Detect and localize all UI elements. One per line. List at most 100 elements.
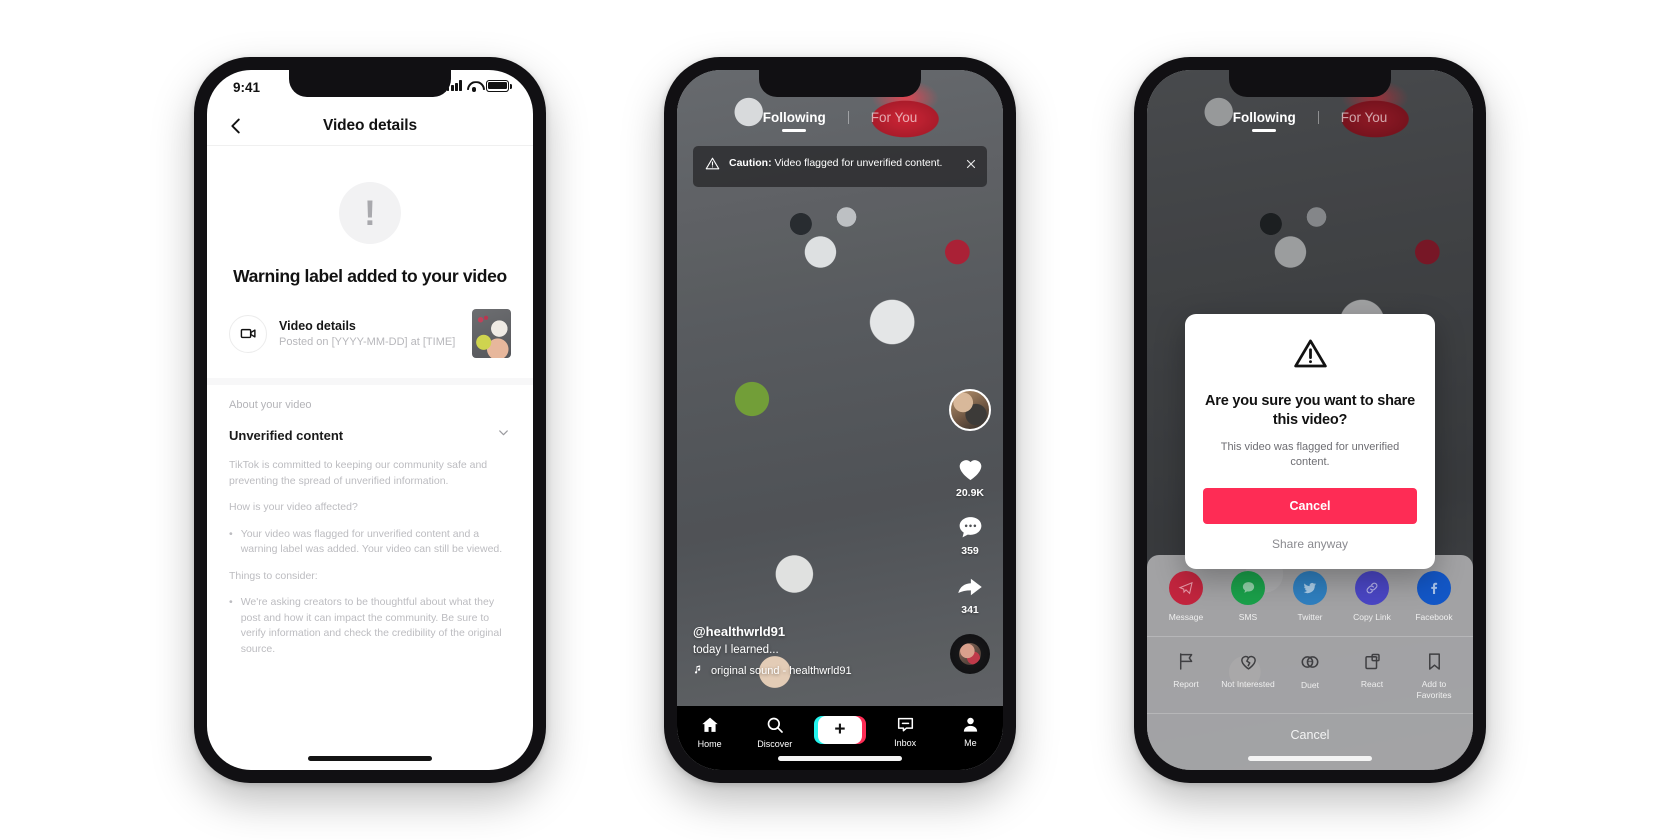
policy-bullet-2: • We're asking creators to be thoughtful… bbox=[229, 595, 511, 657]
wifi-icon bbox=[467, 80, 481, 92]
nav-home-label: Home bbox=[697, 739, 722, 749]
person-icon bbox=[963, 717, 977, 732]
video-details-row[interactable]: Video details Posted on [YYYY-MM-DD] at … bbox=[207, 287, 533, 378]
tab-following[interactable]: Following bbox=[763, 110, 826, 132]
nav-inbox-label: Inbox bbox=[894, 738, 917, 748]
bullet-glyph: • bbox=[229, 596, 233, 609]
link-icon bbox=[1355, 570, 1389, 605]
accordion-unverified-content[interactable]: Unverified content bbox=[229, 425, 511, 445]
nav-me[interactable]: Me bbox=[941, 715, 999, 748]
sms-icon bbox=[1231, 570, 1265, 605]
screen-1: 9:41 Video details ! Warning label added… bbox=[207, 70, 533, 770]
plus-icon[interactable]: + bbox=[813, 716, 866, 744]
creator-username[interactable]: @healthwrld91 bbox=[693, 624, 893, 639]
flag-icon bbox=[1179, 653, 1192, 671]
caution-body: Video flagged for unverified content. bbox=[771, 157, 943, 169]
action-duet[interactable]: Duet bbox=[1281, 651, 1339, 701]
status-icons bbox=[446, 80, 512, 92]
exclamation-mark-icon: ! bbox=[339, 182, 401, 244]
bookmark-icon bbox=[1428, 653, 1440, 671]
action-report[interactable]: Report bbox=[1157, 651, 1215, 701]
about-section: About your video Unverified content TikT… bbox=[207, 385, 533, 657]
share-target-sms-label: SMS bbox=[1238, 611, 1258, 622]
like-count: 20.9K bbox=[955, 487, 985, 499]
sheet-cancel-button[interactable]: Cancel bbox=[1147, 714, 1473, 770]
nav-inbox[interactable]: Inbox bbox=[876, 715, 934, 748]
share-target-message[interactable]: Message bbox=[1158, 570, 1214, 623]
tab-for-you[interactable]: For You bbox=[1341, 110, 1388, 132]
comment-button[interactable]: 359 bbox=[956, 513, 985, 557]
comment-bubble-icon bbox=[959, 517, 981, 538]
music-disc-icon[interactable] bbox=[950, 634, 990, 674]
share-button[interactable]: 341 bbox=[955, 571, 985, 616]
warning-triangle-icon bbox=[1293, 339, 1328, 375]
nav-discover-label: Discover bbox=[757, 739, 793, 749]
device-notch bbox=[759, 70, 921, 97]
share-targets-row: Message SMS Twitter Copy Link Facebook bbox=[1147, 570, 1473, 637]
section-divider bbox=[207, 378, 533, 385]
tab-separator bbox=[847, 111, 849, 124]
search-icon bbox=[767, 717, 783, 733]
screen-2: Following For You Caution: Video flagged… bbox=[677, 70, 1003, 770]
action-add-favorites[interactable]: Add to Favorites bbox=[1405, 651, 1463, 701]
nav-discover[interactable]: Discover bbox=[746, 715, 804, 749]
page-title: Video details bbox=[322, 116, 418, 134]
action-rail: 20.9K 359 341 bbox=[949, 389, 991, 674]
action-report-label: Report bbox=[1173, 679, 1199, 690]
policy-bullet-1-text: Your video was flagged for unverified co… bbox=[240, 527, 503, 556]
video-row-subtitle: Posted on [YYYY-MM-DD] at [TIME] bbox=[279, 336, 456, 348]
music-note-icon bbox=[693, 664, 704, 678]
video-camera-icon bbox=[229, 314, 267, 353]
like-button[interactable]: 20.9K bbox=[955, 453, 986, 499]
action-not-interested-label: Not Interested bbox=[1221, 679, 1275, 690]
phone-share-confirm: Following For You Message SMS Twitter Co… bbox=[1134, 57, 1486, 783]
video-caption: @healthwrld91 today I learned... origina… bbox=[693, 624, 893, 678]
tab-for-you[interactable]: For You bbox=[871, 110, 918, 132]
heart-icon bbox=[959, 460, 981, 481]
policy-question-2: Things to consider: bbox=[229, 569, 318, 582]
policy-question-1: How is your video affected? bbox=[229, 501, 358, 514]
back-button[interactable] bbox=[225, 115, 247, 137]
screenshot-canvas: 9:41 Video details ! Warning label added… bbox=[0, 0, 1680, 840]
device-notch bbox=[289, 70, 451, 97]
feed-tabs: Following For You bbox=[1147, 110, 1473, 132]
share-sheet: Message SMS Twitter Copy Link Facebook R… bbox=[1147, 554, 1473, 770]
dialog-share-anyway-button[interactable]: Share anyway bbox=[1203, 537, 1417, 555]
video-details-text: Video details Posted on [YYYY-MM-DD] at … bbox=[279, 319, 460, 348]
share-target-facebook-label: Facebook bbox=[1415, 611, 1453, 622]
action-react[interactable]: React bbox=[1343, 651, 1401, 701]
dialog-cancel-button[interactable]: Cancel bbox=[1203, 487, 1417, 524]
duet-icon bbox=[1301, 656, 1319, 669]
warning-triangle-icon bbox=[705, 156, 720, 176]
tab-separator bbox=[1317, 111, 1319, 124]
share-target-copy-link[interactable]: Copy Link bbox=[1344, 570, 1400, 623]
action-not-interested[interactable]: Not Interested bbox=[1219, 651, 1277, 701]
nav-home[interactable]: Home bbox=[681, 715, 739, 749]
video-actions-row: Report Not Interested Duet React Add to … bbox=[1147, 637, 1473, 713]
navigation-bar: Video details bbox=[207, 106, 533, 146]
status-time: 9:41 bbox=[233, 80, 261, 95]
nav-me-label: Me bbox=[964, 738, 977, 748]
dialog-title: Are you sure you want to share this vide… bbox=[1205, 393, 1415, 428]
caption-music[interactable]: original sound - healthwrld91 bbox=[693, 664, 893, 678]
twitter-icon bbox=[1293, 570, 1327, 605]
close-icon[interactable] bbox=[965, 157, 977, 169]
share-target-sms[interactable]: SMS bbox=[1220, 570, 1276, 623]
battery-full-icon bbox=[486, 80, 512, 92]
home-indicator[interactable] bbox=[778, 756, 902, 761]
policy-intro: TikTok is committed to keeping our commu… bbox=[229, 459, 488, 487]
nav-create[interactable]: + bbox=[811, 715, 869, 744]
tab-following[interactable]: Following bbox=[1233, 110, 1296, 132]
home-indicator[interactable] bbox=[308, 756, 432, 761]
chevron-down-icon bbox=[496, 425, 511, 445]
share-target-twitter[interactable]: Twitter bbox=[1282, 570, 1338, 623]
creator-avatar[interactable] bbox=[949, 389, 991, 431]
share-target-facebook[interactable]: Facebook bbox=[1406, 570, 1462, 623]
caption-description: today I learned... bbox=[693, 644, 779, 656]
dialog-subtitle: This video was flagged for unverified co… bbox=[1220, 440, 1400, 469]
home-indicator[interactable] bbox=[1248, 756, 1372, 761]
phone-video-details: 9:41 Video details ! Warning label added… bbox=[194, 57, 546, 783]
share-count: 341 bbox=[961, 604, 979, 616]
video-thumbnail[interactable] bbox=[472, 309, 511, 358]
caution-banner: Caution: Video flagged for unverified co… bbox=[693, 146, 987, 187]
